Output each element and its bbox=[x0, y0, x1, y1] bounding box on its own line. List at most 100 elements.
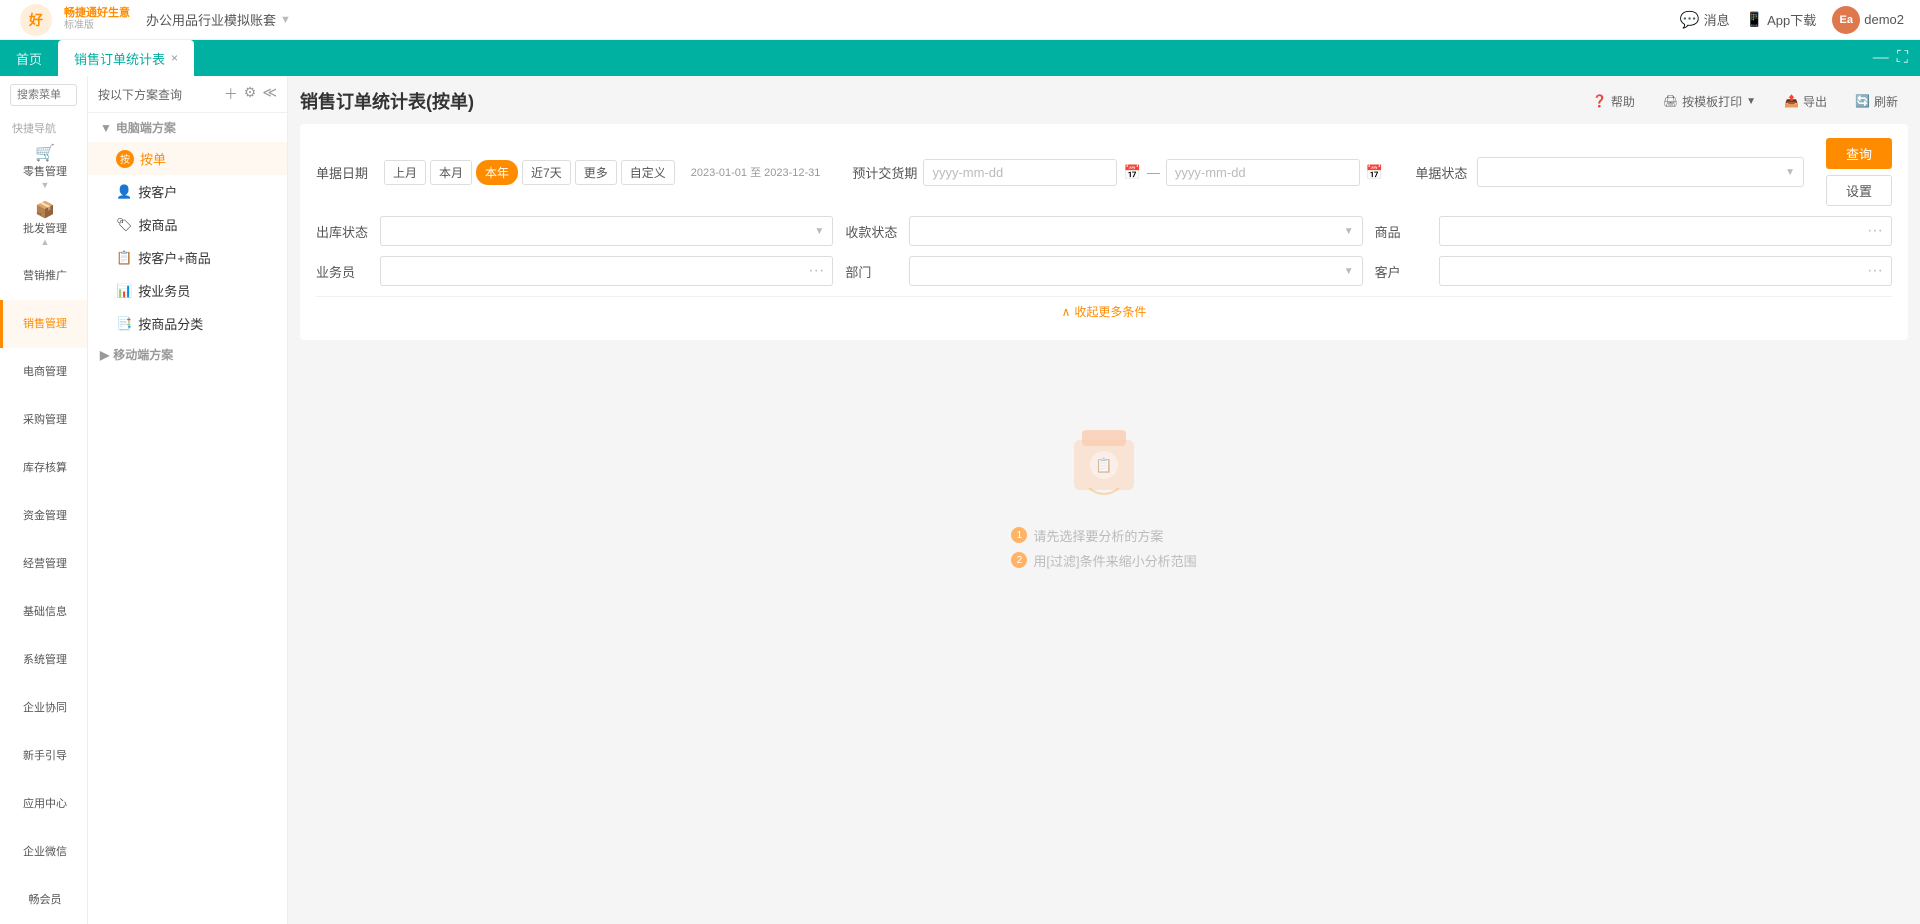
left-panel-header: 按以下方案查询 ＋ ⚙ ≪ bbox=[88, 76, 287, 113]
sidebar-item-ecommerce[interactable]: 电商管理 bbox=[0, 348, 87, 396]
add-scheme-button[interactable]: ＋ bbox=[224, 84, 238, 104]
user-menu[interactable]: Ea demo2 bbox=[1832, 6, 1904, 34]
department-select[interactable]: ▼ bbox=[909, 256, 1362, 286]
app-selector-chevron: ▼ bbox=[280, 14, 291, 26]
category-icon: 📑 bbox=[116, 316, 132, 332]
date-btn-last-month[interactable]: 上月 bbox=[384, 160, 426, 185]
sidebar-item-inventory[interactable]: 库存核算 bbox=[0, 444, 87, 492]
left-panel-actions: ＋ ⚙ ≪ bbox=[224, 84, 277, 104]
export-icon: 📤 bbox=[1784, 94, 1799, 108]
export-button[interactable]: 📤 导出 bbox=[1774, 89, 1837, 114]
sidebar-item-member[interactable]: 畅会员 bbox=[0, 876, 87, 924]
sidebar: 快捷导航 🛒 零售管理 ▼ 📦 批发管理 ▲ 营销推广 销售管理 电商管理 采购… bbox=[0, 76, 88, 924]
sidebar-item-marketing[interactable]: 营销推广 bbox=[0, 252, 87, 300]
scheme-by-order[interactable]: 按 按单 bbox=[88, 142, 287, 175]
payment-status-select[interactable]: ▼ bbox=[909, 216, 1362, 246]
hint-num-1: 1 bbox=[1011, 527, 1027, 543]
main-content: 销售订单统计表(按单) ❓ 帮助 🖨 按模板打印 ▼ 📤 导出 🔄 刷新 bbox=[288, 76, 1920, 924]
left-panel: 按以下方案查询 ＋ ⚙ ≪ ▼ 电脑端方案 按 按单 👤 按客户 🏷 按商品 📋… bbox=[88, 76, 288, 924]
status-chevron: ▼ bbox=[1785, 167, 1795, 178]
tab-home[interactable]: 首页 bbox=[0, 40, 58, 76]
salesperson-icon: 📊 bbox=[116, 283, 132, 299]
mobile-section-chevron: ▶ bbox=[100, 348, 109, 362]
salesperson-label: 业务员 bbox=[316, 262, 372, 281]
collapse-icon: ∧ bbox=[1062, 305, 1071, 319]
messages-button[interactable]: 💬 消息 bbox=[1680, 10, 1730, 30]
scheme-by-category[interactable]: 📑 按商品分类 bbox=[88, 307, 287, 340]
page-actions: ❓ 帮助 🖨 按模板打印 ▼ 📤 导出 🔄 刷新 bbox=[1582, 89, 1908, 114]
salesperson-select[interactable]: ··· bbox=[380, 256, 833, 286]
delivery-status-label: 出库状态 bbox=[316, 222, 372, 241]
scheme-by-customer[interactable]: 👤 按客户 bbox=[88, 175, 287, 208]
collapse-button[interactable]: ∧ 收起更多条件 bbox=[316, 296, 1892, 326]
scheme-by-salesperson[interactable]: 📊 按业务员 bbox=[88, 274, 287, 307]
status-label: 单据状态 bbox=[1415, 163, 1471, 182]
collapse-panel-button[interactable]: ≪ bbox=[262, 84, 277, 104]
maximize-window-button[interactable]: ⛶ bbox=[1897, 49, 1908, 67]
salesperson-more-icon[interactable]: ··· bbox=[808, 262, 824, 280]
date-btn-7days[interactable]: 近7天 bbox=[522, 160, 571, 185]
product-label: 商品 bbox=[1375, 222, 1431, 241]
refresh-button[interactable]: 🔄 刷新 bbox=[1845, 89, 1908, 114]
sidebar-item-system[interactable]: 系统管理 bbox=[0, 636, 87, 684]
expected-date-end-calendar[interactable]: 📅 bbox=[1366, 164, 1383, 181]
app-selector[interactable]: 办公用品行业模拟账套 ▼ bbox=[146, 10, 291, 29]
date-btn-this-year[interactable]: 本年 bbox=[476, 160, 518, 185]
product-select[interactable]: ··· bbox=[1439, 216, 1892, 246]
delivery-status-select[interactable]: ▼ bbox=[380, 216, 833, 246]
sidebar-item-retail[interactable]: 🛒 零售管理 ▼ bbox=[0, 138, 87, 195]
expected-date-start[interactable] bbox=[923, 159, 1117, 186]
department-label: 部门 bbox=[845, 262, 901, 281]
help-button[interactable]: ❓ 帮助 bbox=[1582, 89, 1645, 114]
delivery-chevron: ▼ bbox=[814, 226, 824, 237]
main-layout: 快捷导航 🛒 零售管理 ▼ 📦 批发管理 ▲ 营销推广 销售管理 电商管理 采购… bbox=[0, 76, 1920, 924]
page-title: 销售订单统计表(按单) bbox=[300, 88, 474, 114]
scheme-by-product[interactable]: 🏷 按商品 bbox=[88, 208, 287, 241]
pc-section-header[interactable]: ▼ 电脑端方案 bbox=[88, 113, 287, 142]
nav-tabs: 首页 销售订单统计表 × — ⛶ bbox=[0, 40, 1920, 76]
mobile-section-header[interactable]: ▶ 移动端方案 bbox=[88, 340, 287, 369]
tab-close-button[interactable]: × bbox=[171, 51, 178, 65]
payment-status-label: 收款状态 bbox=[845, 222, 901, 241]
expected-date-start-calendar[interactable]: 📅 bbox=[1123, 164, 1140, 181]
date-btn-custom[interactable]: 自定义 bbox=[621, 160, 675, 185]
refresh-icon: 🔄 bbox=[1855, 94, 1870, 108]
avatar: Ea bbox=[1832, 6, 1860, 34]
sidebar-item-finance[interactable]: 资金管理 bbox=[0, 492, 87, 540]
sidebar-item-purchase[interactable]: 采购管理 bbox=[0, 396, 87, 444]
search-input[interactable] bbox=[10, 84, 77, 106]
app-download-button[interactable]: 📱 App下载 bbox=[1746, 10, 1817, 29]
quick-nav-label: 快捷导航 bbox=[0, 114, 87, 138]
date-btn-this-month[interactable]: 本月 bbox=[430, 160, 472, 185]
settings-scheme-button[interactable]: ⚙ bbox=[244, 84, 257, 104]
sidebar-item-wechat[interactable]: 企业微信 bbox=[0, 828, 87, 876]
print-dropdown-icon: ▼ bbox=[1746, 96, 1756, 107]
settings-button[interactable]: 设置 bbox=[1826, 175, 1892, 206]
hint-num-2: 2 bbox=[1011, 552, 1027, 568]
product-more-icon[interactable]: ··· bbox=[1867, 222, 1883, 240]
minimize-window-button[interactable]: — bbox=[1873, 49, 1889, 67]
date-btn-more[interactable]: 更多 bbox=[575, 160, 617, 185]
empty-state-illustration: 📋 bbox=[1054, 410, 1154, 510]
date-range-display: 2023-01-01 至 2023-12-31 bbox=[691, 164, 821, 180]
customer-select[interactable]: ··· bbox=[1439, 256, 1892, 286]
brand-logo: 好 bbox=[16, 0, 56, 40]
sidebar-item-apps[interactable]: 应用中心 bbox=[0, 780, 87, 828]
tab-sales-stats[interactable]: 销售订单统计表 × bbox=[58, 40, 194, 76]
sidebar-item-enterprise[interactable]: 企业协同 bbox=[0, 684, 87, 732]
sidebar-item-basic[interactable]: 基础信息 bbox=[0, 588, 87, 636]
expected-date-end[interactable] bbox=[1166, 159, 1360, 186]
wholesale-expand-icon: ▲ bbox=[41, 237, 50, 247]
sidebar-item-sales[interactable]: 销售管理 bbox=[0, 300, 87, 348]
query-button[interactable]: 查询 bbox=[1826, 138, 1892, 169]
date-buttons: 上月 本月 本年 近7天 更多 自定义 bbox=[384, 160, 675, 185]
download-icon: 📱 bbox=[1746, 11, 1763, 28]
sidebar-item-wholesale[interactable]: 📦 批发管理 ▲ bbox=[0, 195, 87, 252]
customer-more-icon[interactable]: ··· bbox=[1867, 262, 1883, 280]
scheme-by-customer-product[interactable]: 📋 按客户+商品 bbox=[88, 241, 287, 274]
template-print-button[interactable]: 🖨 按模板打印 ▼ bbox=[1653, 89, 1766, 114]
print-icon: 🖨 bbox=[1663, 94, 1678, 108]
sidebar-item-newbie[interactable]: 新手引导 bbox=[0, 732, 87, 780]
status-select[interactable]: ▼ bbox=[1477, 157, 1804, 187]
sidebar-item-business[interactable]: 经营管理 bbox=[0, 540, 87, 588]
